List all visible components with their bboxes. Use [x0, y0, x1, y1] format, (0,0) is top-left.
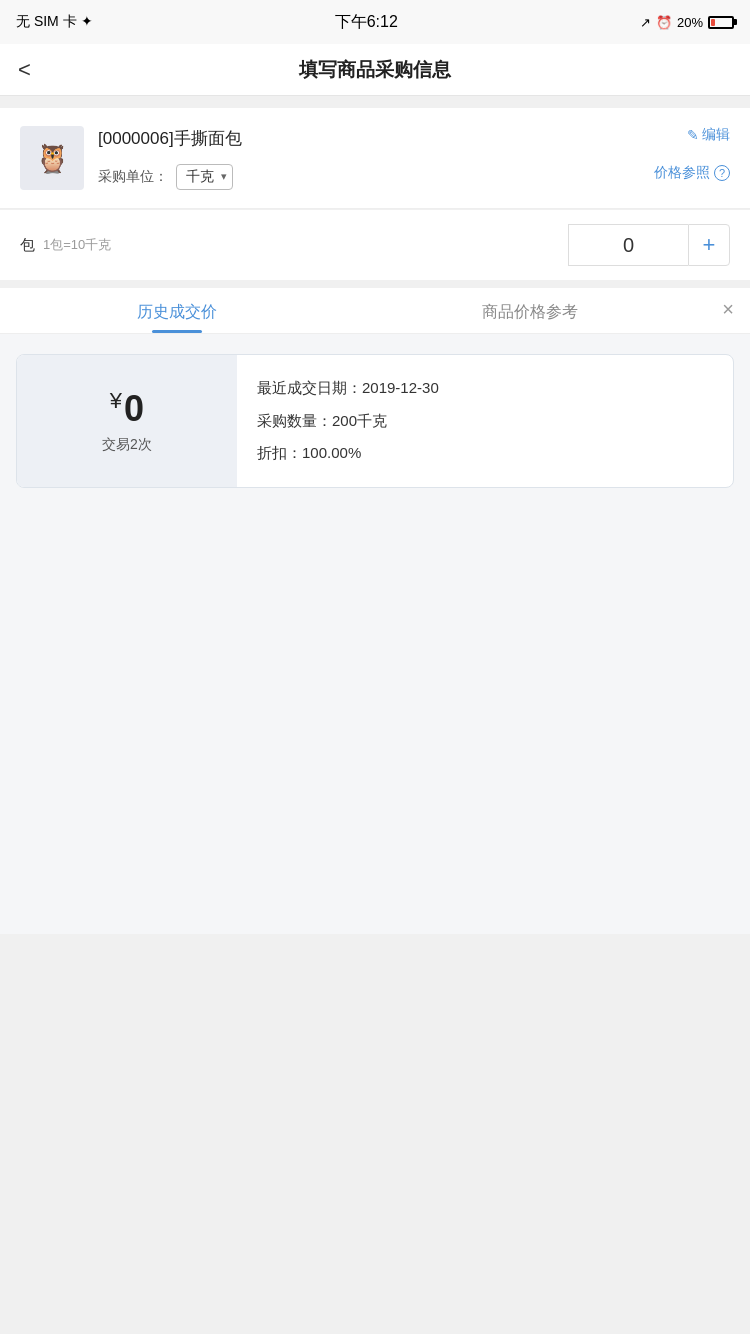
status-time: 下午6:12 — [335, 12, 398, 33]
alarm-icon: ⏰ — [656, 15, 672, 30]
sim-label: 无 SIM 卡 ✦ — [16, 13, 93, 31]
qty-value: 200千克 — [332, 412, 387, 429]
product-name: [0000006]手撕面包 — [98, 127, 242, 150]
date-value: 2019-12-30 — [362, 379, 439, 396]
price-ref-label: 价格参照 — [654, 164, 710, 182]
product-info: [0000006]手撕面包 采购单位： 千克 — [98, 127, 242, 190]
edit-icon: ✎ — [687, 127, 699, 143]
quantity-input-wrap: + — [568, 224, 730, 266]
discount-value: 100.00% — [302, 444, 361, 461]
history-details: 最近成交日期：2019-12-30 采购数量：200千克 折扣：100.00% — [237, 355, 733, 487]
product-unit-row: 采购单位： 千克 — [98, 164, 242, 190]
product-logo-icon: 🦉 — [35, 142, 70, 175]
quantity-unit-label: 包 — [20, 236, 35, 255]
unit-selector[interactable]: 千克 — [176, 164, 233, 190]
edit-button[interactable]: ✎ 编辑 — [687, 126, 730, 144]
tab-history-price[interactable]: 历史成交价 — [0, 288, 353, 333]
edit-label: 编辑 — [702, 126, 730, 144]
currency-symbol: ¥ — [110, 388, 122, 413]
help-icon: ? — [714, 165, 730, 181]
product-card: 🦉 [0000006]手撕面包 采购单位： 千克 ✎ 编辑 价格参照 ? — [0, 108, 750, 209]
price-value: 0 — [124, 388, 144, 429]
tab-close-button[interactable]: × — [706, 298, 750, 323]
date-label: 最近成交日期： — [257, 379, 362, 396]
battery-percent: 20% — [677, 15, 703, 30]
history-card: ¥0 交易2次 最近成交日期：2019-12-30 采购数量：200千克 折扣：… — [16, 354, 734, 488]
quantity-sub-label: 1包=10千克 — [43, 236, 568, 254]
discount-label: 折扣： — [257, 444, 302, 461]
tab-price-reference[interactable]: 商品价格参考 — [353, 288, 706, 333]
qty-label: 采购数量： — [257, 412, 332, 429]
product-thumbnail: 🦉 — [20, 126, 84, 190]
status-bar: 无 SIM 卡 ✦ 下午6:12 ↗ ⏰ 20% — [0, 0, 750, 44]
quantity-input[interactable] — [568, 224, 688, 266]
location-icon: ↗ — [640, 15, 651, 30]
status-right: ↗ ⏰ 20% — [640, 15, 734, 30]
history-price-display: ¥0 — [110, 388, 144, 430]
quantity-row: 包 1包=10千克 + — [0, 209, 750, 280]
price-reference-button[interactable]: 价格参照 ? — [654, 164, 730, 182]
unit-label: 采购单位： — [98, 168, 168, 186]
history-discount-row: 折扣：100.00% — [257, 442, 713, 465]
status-left: 无 SIM 卡 ✦ — [16, 13, 93, 31]
page-title: 填写商品采购信息 — [299, 57, 451, 83]
nav-bar: < 填写商品采购信息 — [0, 44, 750, 96]
quantity-plus-button[interactable]: + — [688, 224, 730, 266]
product-left: 🦉 [0000006]手撕面包 采购单位： 千克 — [20, 126, 242, 190]
product-header: 🦉 [0000006]手撕面包 采购单位： 千克 ✎ 编辑 价格参照 ? — [20, 126, 730, 190]
content-area: ¥0 交易2次 最近成交日期：2019-12-30 采购数量：200千克 折扣：… — [0, 334, 750, 934]
history-price-summary: ¥0 交易2次 — [17, 355, 237, 487]
unit-value: 千克 — [186, 168, 214, 186]
battery-icon — [708, 16, 734, 29]
tabs-bar: 历史成交价 商品价格参考 × — [0, 280, 750, 334]
history-qty-row: 采购数量：200千克 — [257, 410, 713, 433]
back-button[interactable]: < — [18, 57, 31, 83]
history-date-row: 最近成交日期：2019-12-30 — [257, 377, 713, 400]
trades-count: 交易2次 — [102, 436, 152, 454]
